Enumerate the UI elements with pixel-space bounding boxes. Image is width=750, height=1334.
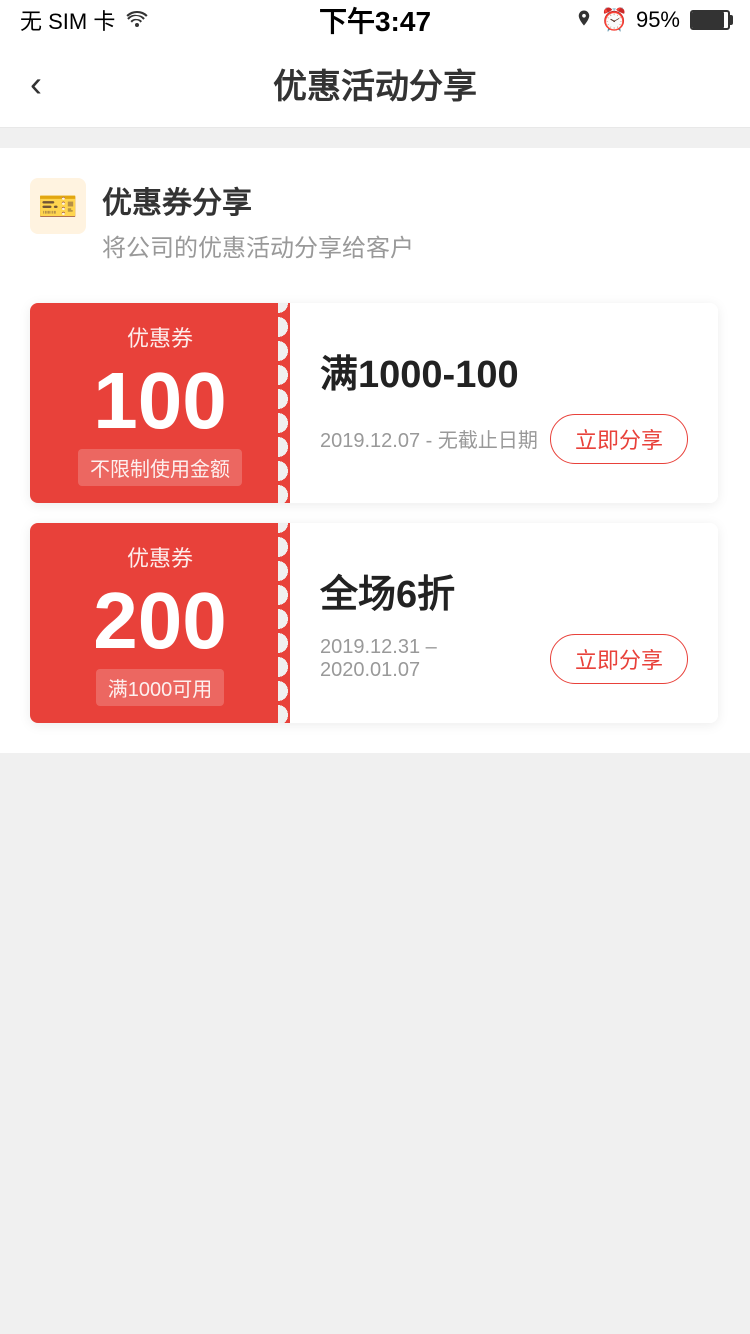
coupon-list: 优惠券 100 不限制使用金额 满1000-100 2019.12.07 - 无… [0,283,750,753]
carrier-text: 无 SIM 卡 [20,4,115,36]
coupon-card-2: 优惠券 200 满1000可用 全场6折 2019.12.31 – 2020.0… [30,523,718,723]
coupon-name-2: 全场6折 [320,563,688,618]
share-button-1[interactable]: 立即分享 [550,414,688,464]
alarm-icon: ⏰ [601,7,628,33]
coupon-amount-2: 200 [93,581,226,661]
status-time: 下午3:47 [319,0,431,40]
coupon-date-1: 2019.12.07 - 无截止日期 [320,424,538,453]
coupon-left-2: 优惠券 200 满1000可用 [30,523,290,723]
coupon-condition-1: 不限制使用金额 [78,449,242,486]
status-right: ⏰ 95% [575,7,730,33]
back-button[interactable]: ‹ [30,63,42,105]
coupon-section-icon: 🎫 [30,178,86,234]
section-header: 🎫 优惠券分享 将公司的优惠活动分享给客户 [0,148,750,283]
battery-text: 95% [636,7,680,33]
nav-bar: ‹ 优惠活动分享 [0,40,750,128]
coupon-label-2: 优惠券 [127,541,193,573]
coupon-amount-1: 100 [93,361,226,441]
coupon-right-1: 满1000-100 2019.12.07 - 无截止日期 立即分享 [290,303,718,503]
section-subtitle: 将公司的优惠活动分享给客户 [102,228,414,263]
coupon-right-2: 全场6折 2019.12.31 – 2020.01.07 立即分享 [290,523,718,723]
page-background [0,753,750,1313]
coupon-card-1: 优惠券 100 不限制使用金额 满1000-100 2019.12.07 - 无… [30,303,718,503]
section-title: 优惠券分享 [102,178,414,222]
share-button-2[interactable]: 立即分享 [550,634,688,684]
coupon-condition-2: 满1000可用 [96,669,225,706]
coupon-label-1: 优惠券 [127,321,193,353]
coupon-name-1: 满1000-100 [320,343,688,398]
battery-icon [690,10,730,30]
wifi-icon [125,7,149,33]
location-icon [575,7,593,33]
coupon-left-1: 优惠券 100 不限制使用金额 [30,303,290,503]
section-text: 优惠券分享 将公司的优惠活动分享给客户 [102,178,414,263]
status-bar: 无 SIM 卡 下午3:47 ⏰ 95% [0,0,750,40]
status-left: 无 SIM 卡 [20,4,149,36]
coupon-meta-1: 2019.12.07 - 无截止日期 立即分享 [320,414,688,464]
coupon-date-2: 2019.12.31 – 2020.01.07 [320,636,540,682]
nav-title: 优惠活动分享 [273,59,477,108]
coupon-meta-2: 2019.12.31 – 2020.01.07 立即分享 [320,634,688,684]
